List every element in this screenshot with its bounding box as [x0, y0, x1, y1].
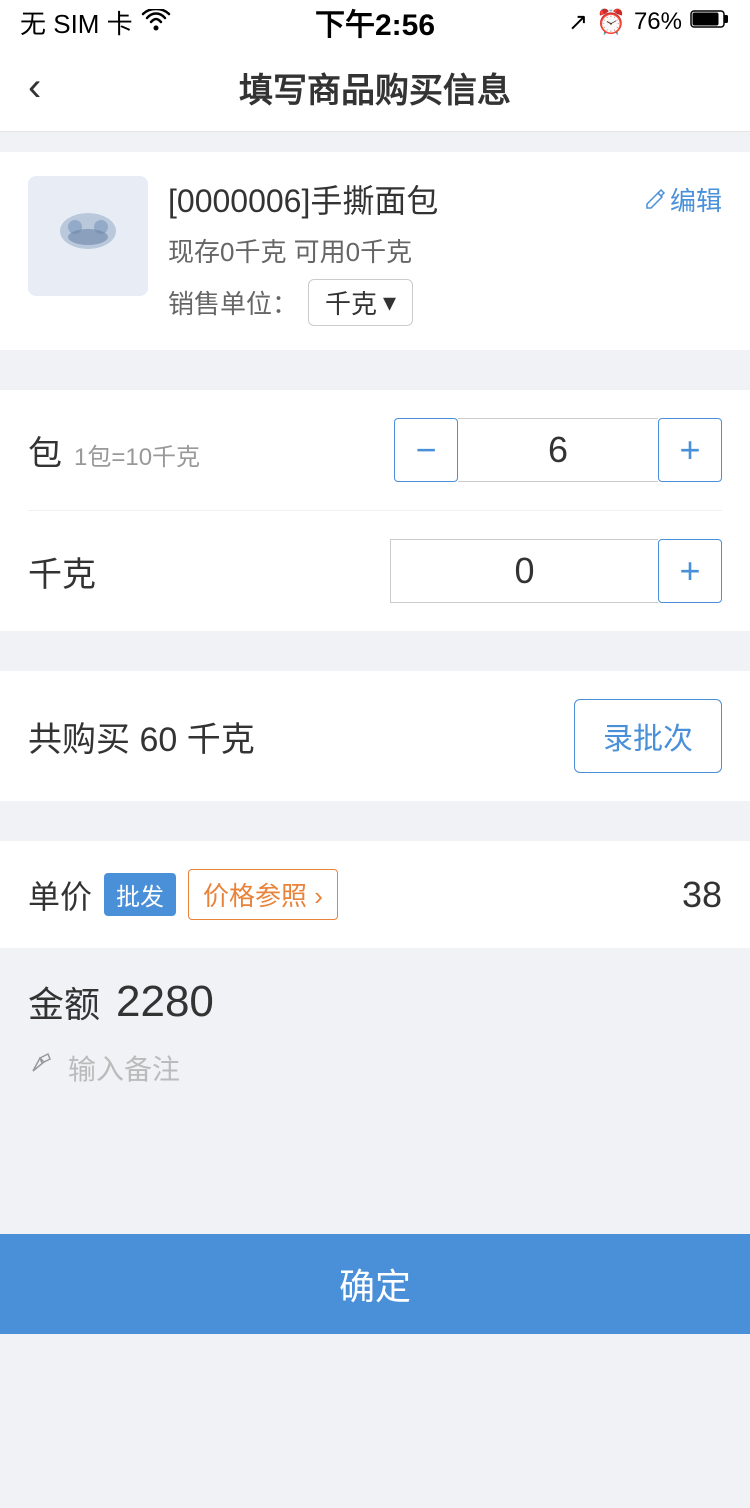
amount-row: 金额 2280: [28, 976, 722, 1028]
bag-controls: − +: [394, 418, 722, 482]
remark-row[interactable]: 输入备注: [28, 1048, 722, 1088]
kg-increment-button[interactable]: +: [658, 539, 722, 603]
price-value: 38: [682, 874, 722, 916]
kg-quantity-row: 千克 +: [28, 511, 722, 631]
unit-select[interactable]: 千克 ▾: [308, 279, 413, 326]
batch-button[interactable]: 录批次: [574, 699, 722, 773]
edit-button[interactable]: 编辑: [644, 181, 722, 218]
price-ref-label: 价格参照 ›: [203, 876, 323, 913]
alarm-icon: ⏰: [596, 8, 626, 37]
bag-quantity-input[interactable]: [458, 418, 658, 482]
kg-controls: +: [390, 539, 722, 603]
divider-3: [0, 801, 750, 821]
price-label: 单价: [28, 872, 92, 918]
product-thumbnail: [28, 176, 148, 296]
bag-decrement-button[interactable]: −: [394, 418, 458, 482]
battery-text: 76%: [634, 8, 682, 36]
remark-placeholder: 输入备注: [68, 1048, 180, 1088]
product-info: [0000006]手撕面包 编辑 现存0千克 可用0千克 销售单位： 千克 ▾: [168, 176, 722, 326]
status-right: ↗ ⏰ 76%: [568, 8, 730, 37]
page-title: 填写商品购买信息: [239, 63, 511, 112]
bag-section: 包 1包=10千克 − + 千克 +: [0, 390, 750, 631]
bag-increment-button[interactable]: +: [658, 418, 722, 482]
status-left: 无 SIM 卡: [20, 4, 171, 41]
amount-section: 金额 2280 输入备注: [0, 948, 750, 1108]
kg-quantity-input[interactable]: [390, 539, 658, 603]
bag-label-group: 包 1包=10千克: [28, 426, 200, 475]
product-name: [0000006]手撕面包: [168, 176, 438, 222]
divider-2: [0, 631, 750, 651]
status-time: 下午2:56: [315, 0, 435, 44]
back-button[interactable]: ‹: [28, 65, 41, 110]
price-left: 单价 批发 价格参照 ›: [28, 869, 338, 920]
product-name-row: [0000006]手撕面包 编辑: [168, 176, 722, 222]
confirm-button[interactable]: 确定: [0, 1234, 750, 1334]
summary-text: 共购买 60 千克: [28, 712, 255, 761]
product-stock: 现存0千克 可用0千克: [168, 232, 722, 269]
price-ref-button[interactable]: 价格参照 ›: [188, 869, 338, 920]
nav-bar: ‹ 填写商品购买信息: [0, 44, 750, 132]
product-card: [0000006]手撕面包 编辑 现存0千克 可用0千克 销售单位： 千克 ▾: [0, 152, 750, 350]
carrier-text: 无 SIM 卡: [20, 4, 133, 41]
price-row: 单价 批发 价格参照 › 38: [28, 869, 722, 920]
battery-icon: [690, 8, 730, 36]
summary-section: 共购买 60 千克 录批次: [0, 671, 750, 801]
divider-1: [0, 350, 750, 370]
unit-value: 千克: [325, 284, 377, 321]
wifi-icon: [141, 7, 171, 38]
kg-label-group: 千克: [28, 547, 96, 596]
price-tag: 批发: [104, 873, 176, 916]
bag-hint: 1包=10千克: [74, 437, 200, 472]
unit-label: 销售单位：: [168, 284, 298, 321]
status-bar: 无 SIM 卡 下午2:56 ↗ ⏰ 76%: [0, 0, 750, 44]
amount-label: 金额: [28, 976, 100, 1028]
product-unit-row: 销售单位： 千克 ▾: [168, 279, 722, 326]
edit-label: 编辑: [670, 181, 722, 218]
dropdown-icon: ▾: [383, 287, 396, 318]
kg-label: 千克: [28, 547, 96, 596]
amount-value: 2280: [116, 977, 214, 1027]
back-icon: ‹: [28, 65, 41, 109]
bag-label: 包: [28, 426, 62, 475]
remark-icon: [28, 1051, 56, 1086]
price-section: 单价 批发 价格参照 › 38: [0, 841, 750, 948]
location-icon: ↗: [568, 8, 588, 37]
bag-quantity-row: 包 1包=10千克 − +: [28, 390, 722, 511]
